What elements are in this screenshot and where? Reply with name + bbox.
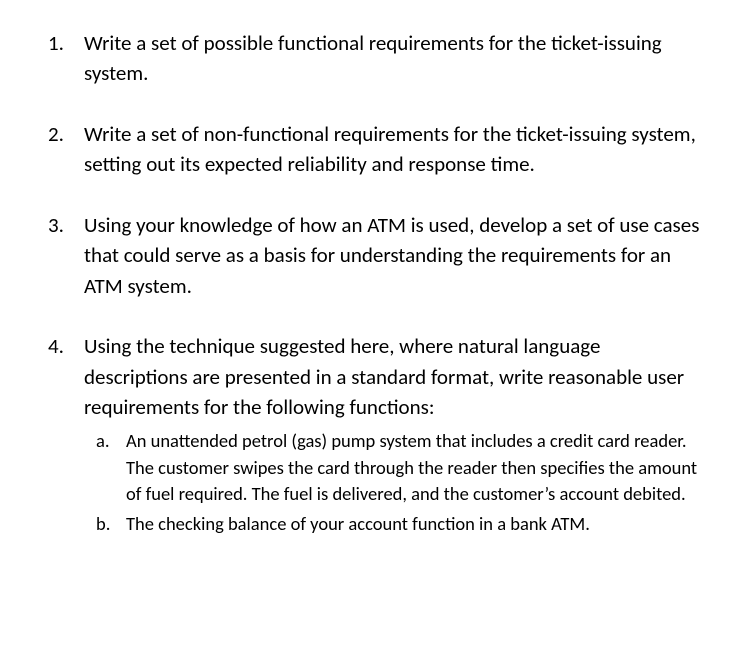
item-text: Write a set of non-functional requiremen… <box>84 121 696 177</box>
numbered-list: Write a set of possible functional requi… <box>48 28 704 537</box>
list-item: Using your knowledge of how an ATM is us… <box>48 210 704 301</box>
list-item: Using the technique suggested here, wher… <box>48 331 704 537</box>
list-item: Write a set of possible functional requi… <box>48 28 704 89</box>
lettered-sublist: An unattended petrol (gas) pump system t… <box>84 428 704 537</box>
subitem-text: An unattended petrol (gas) pump system t… <box>126 429 697 505</box>
sublist-item: An unattended petrol (gas) pump system t… <box>96 428 704 507</box>
list-item: Write a set of non-functional requiremen… <box>48 119 704 180</box>
subitem-text: The checking balance of your account fun… <box>126 512 590 535</box>
item-text: Using the technique suggested here, wher… <box>84 333 684 420</box>
item-text: Write a set of possible functional requi… <box>84 30 662 86</box>
item-text: Using your knowledge of how an ATM is us… <box>84 212 699 299</box>
sublist-item: The checking balance of your account fun… <box>96 511 704 537</box>
